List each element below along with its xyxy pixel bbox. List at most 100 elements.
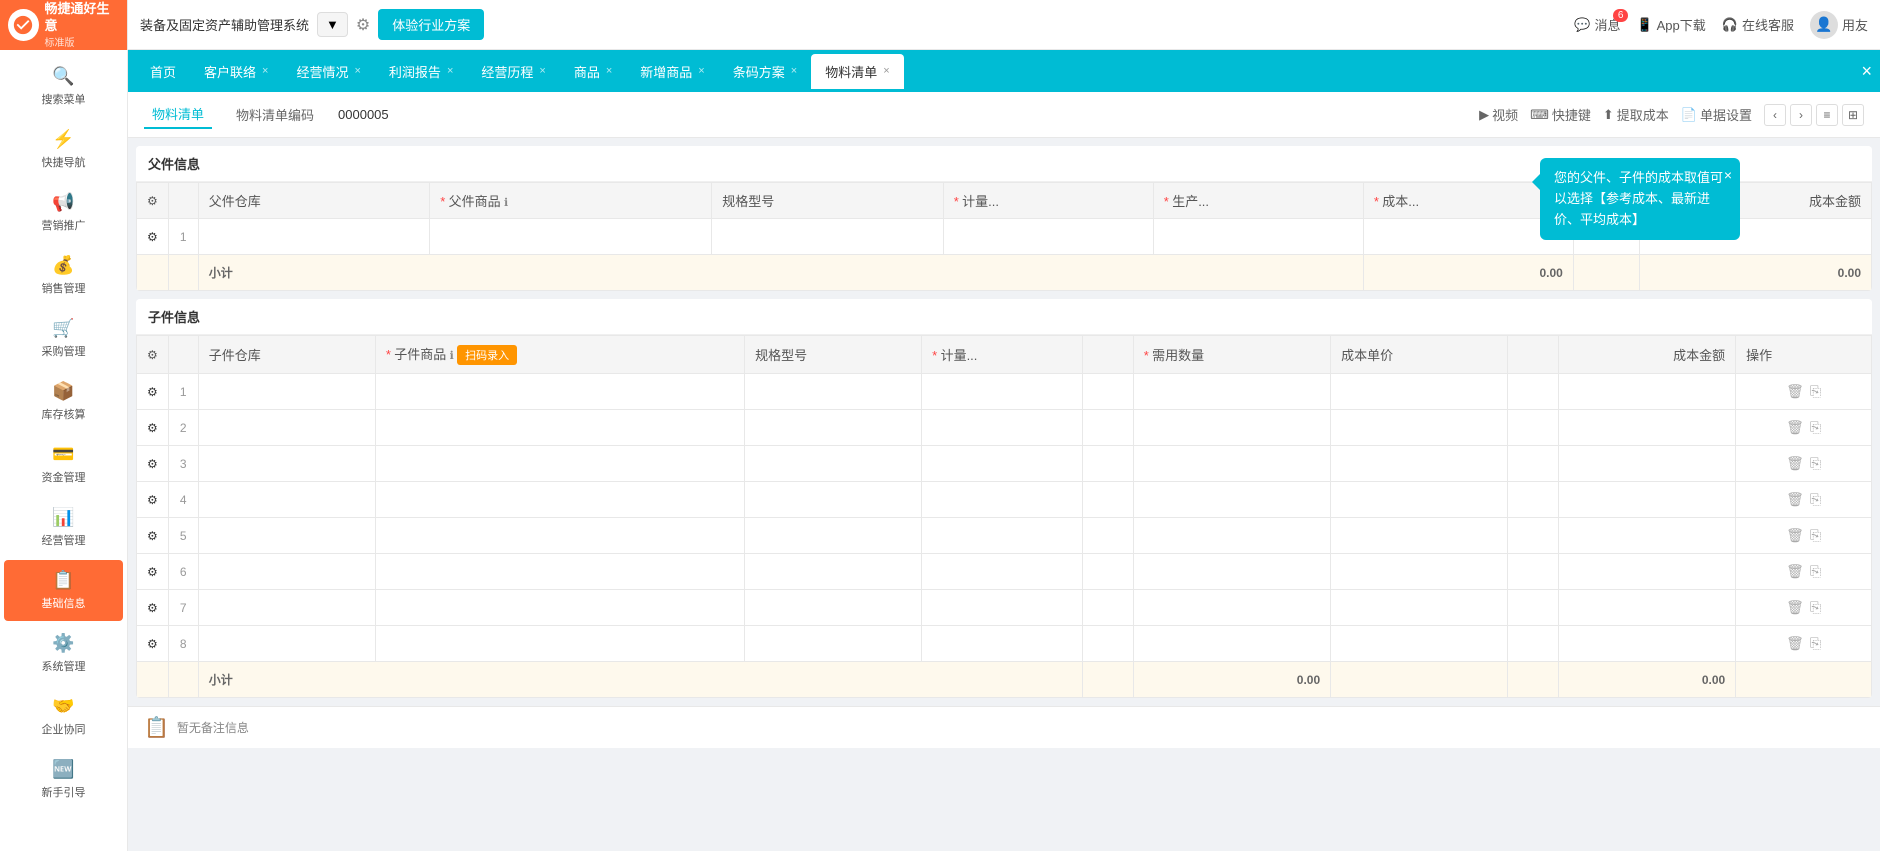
sidebar-item-basic-info[interactable]: 📋 基础信息 [4,560,123,621]
grid-arrow[interactable]: ⊞ [1842,104,1864,126]
copy-icon[interactable]: ⎘ [1810,563,1821,580]
page-tab-bom[interactable]: 物料清单 [144,100,212,129]
copy-icon[interactable]: ⎘ [1810,455,1821,472]
child-row-warehouse[interactable] [198,518,375,554]
delete-icon[interactable]: 🗑 [1786,383,1804,400]
tab-customer[interactable]: 客户联络 × [190,54,282,89]
child-row-spec[interactable] [745,446,922,482]
child-row-product[interactable] [375,626,744,662]
message-item[interactable]: 💬 消息 6 [1574,15,1620,34]
tab-home[interactable]: 首页 [136,54,190,89]
parent-row-unit[interactable] [943,219,1153,255]
child-row-warehouse[interactable] [198,446,375,482]
child-row-unit-price[interactable] [1331,446,1508,482]
prev-arrow[interactable]: ‹ [1764,104,1786,126]
close-icon[interactable]: × [606,65,612,77]
child-row-unit[interactable] [922,410,1083,446]
child-row-product[interactable] [375,410,744,446]
sidebar-item-marketing[interactable]: 📢 营销推广 [4,182,123,243]
child-row-spec[interactable] [745,554,922,590]
shortcut-action[interactable]: ⌨ 快捷键 [1530,105,1591,124]
child-row-unit-price[interactable] [1331,374,1508,410]
delete-icon[interactable]: 🗑 [1786,563,1804,580]
child-row-spec[interactable] [745,410,922,446]
child-row-unit-price[interactable] [1331,518,1508,554]
parent-row-production[interactable] [1153,219,1363,255]
system-select[interactable]: ▼ [317,12,348,37]
online-service-item[interactable]: 🎧 在线客服 [1722,15,1794,34]
child-row-quantity[interactable] [1133,374,1330,410]
child-row-unit-price[interactable] [1331,482,1508,518]
child-row-quantity[interactable] [1133,446,1330,482]
menu-arrow[interactable]: ≡ [1816,104,1838,126]
sidebar-item-search[interactable]: 🔍 搜索菜单 [4,56,123,117]
sidebar-item-system[interactable]: ⚙️ 系统管理 [4,623,123,684]
child-row-warehouse[interactable] [198,410,375,446]
child-row-unit[interactable] [922,518,1083,554]
child-row-warehouse[interactable] [198,554,375,590]
child-row-warehouse[interactable] [198,374,375,410]
child-row-unit[interactable] [922,626,1083,662]
delete-icon[interactable]: 🗑 [1786,491,1804,508]
delete-icon[interactable]: 🗑 [1786,635,1804,652]
trial-button[interactable]: 体验行业方案 [378,9,484,40]
parent-row-spec[interactable] [712,219,943,255]
child-row-unit-price[interactable] [1331,626,1508,662]
child-row-unit-price[interactable] [1331,590,1508,626]
delete-icon[interactable]: 🗑 [1786,455,1804,472]
parent-row-product[interactable] [430,219,712,255]
sidebar-item-enterprise[interactable]: 🤝 企业协同 [4,686,123,747]
child-row-spec[interactable] [745,482,922,518]
sidebar-item-quick-nav[interactable]: ⚡ 快捷导航 [4,119,123,180]
copy-icon[interactable]: ⎘ [1810,527,1821,544]
child-row-warehouse[interactable] [198,590,375,626]
child-row-warehouse[interactable] [198,482,375,518]
close-icon[interactable]: × [262,65,268,77]
child-row-product[interactable] [375,590,744,626]
child-row-quantity[interactable] [1133,554,1330,590]
single-settings-action[interactable]: 📄 单据设置 [1681,105,1752,124]
child-row-unit[interactable] [922,446,1083,482]
delete-icon[interactable]: 🗑 [1786,599,1804,616]
close-icon[interactable]: × [447,65,453,77]
child-row-quantity[interactable] [1133,590,1330,626]
child-row-unit-price[interactable] [1331,410,1508,446]
child-row-warehouse[interactable] [198,626,375,662]
sidebar-item-sales[interactable]: 💰 销售管理 [4,245,123,306]
next-arrow[interactable]: › [1790,104,1812,126]
close-icon[interactable]: × [539,65,545,77]
tab-operations[interactable]: 经营情况 × [282,54,374,89]
child-row-spec[interactable] [745,590,922,626]
child-row-quantity[interactable] [1133,626,1330,662]
scan-button[interactable]: 扫码录入 [457,345,517,365]
child-row-product[interactable] [375,446,744,482]
close-icon[interactable]: × [883,65,889,77]
child-row-unit[interactable] [922,590,1083,626]
child-row-quantity[interactable] [1133,518,1330,554]
settings-icon[interactable]: ⚙ [356,15,370,35]
child-row-quantity[interactable] [1133,410,1330,446]
sidebar-item-finance[interactable]: 💳 资金管理 [4,434,123,495]
copy-icon[interactable]: ⎘ [1810,383,1821,400]
app-download-item[interactable]: 📱 App下载 [1636,15,1705,34]
child-row-unit[interactable] [922,374,1083,410]
delete-icon[interactable]: 🗑 [1786,419,1804,436]
close-icon[interactable]: × [354,65,360,77]
copy-icon[interactable]: ⎘ [1810,599,1821,616]
child-row-quantity[interactable] [1133,482,1330,518]
copy-icon[interactable]: ⎘ [1810,491,1821,508]
tooltip-close[interactable]: × [1724,164,1732,186]
close-all-tabs[interactable]: × [1861,61,1872,82]
child-row-product[interactable] [375,554,744,590]
tab-bom[interactable]: 物料清单 × [811,54,903,89]
child-row-unit-price[interactable] [1331,554,1508,590]
close-icon[interactable]: × [791,65,797,77]
child-row-spec[interactable] [745,626,922,662]
sidebar-item-guide[interactable]: 🆕 新手引导 [4,749,123,810]
child-row-unit[interactable] [922,482,1083,518]
copy-icon[interactable]: ⎘ [1810,635,1821,652]
close-icon[interactable]: × [698,65,704,77]
tab-new-product[interactable]: 新增商品 × [626,54,718,89]
tab-profit[interactable]: 利润报告 × [375,54,467,89]
copy-icon[interactable]: ⎘ [1810,419,1821,436]
